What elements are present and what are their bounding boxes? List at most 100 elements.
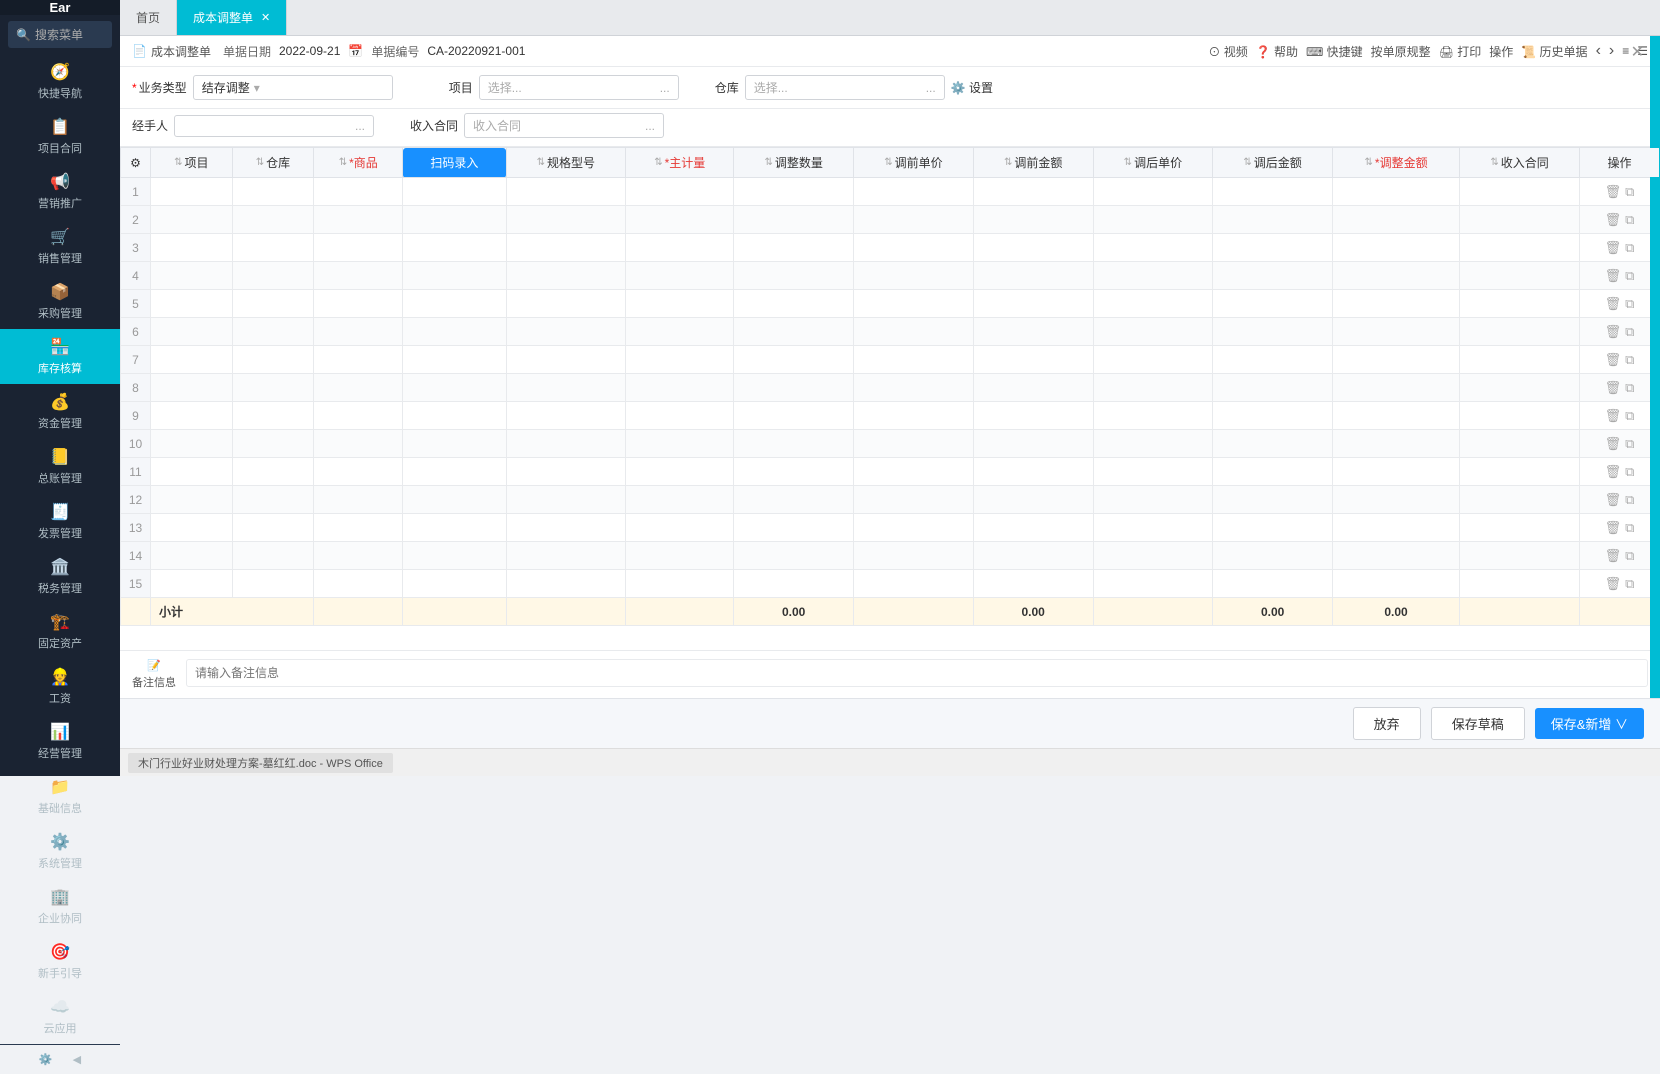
table-cell[interactable] — [1460, 542, 1580, 570]
tab-cost-adjust[interactable]: 成本调整单 ✕ — [177, 0, 287, 35]
table-cell[interactable] — [151, 206, 233, 234]
table-cell[interactable] — [626, 290, 734, 318]
sidebar-item-enterprise[interactable]: 🏢 企业协同 — [0, 879, 120, 934]
table-cell[interactable] — [1093, 374, 1213, 402]
table-cell[interactable] — [1460, 374, 1580, 402]
table-cell[interactable] — [403, 206, 506, 234]
copy-icon[interactable]: ⧉ — [1625, 464, 1634, 480]
table-cell[interactable] — [1460, 486, 1580, 514]
table-cell[interactable] — [973, 514, 1093, 542]
table-cell[interactable] — [1093, 570, 1213, 598]
table-cell[interactable] — [1460, 346, 1580, 374]
table-cell[interactable] — [232, 514, 314, 542]
table-cell[interactable] — [151, 570, 233, 598]
table-cell[interactable] — [506, 346, 626, 374]
table-cell[interactable] — [232, 402, 314, 430]
table-cell[interactable] — [734, 262, 854, 290]
table-cell[interactable] — [1332, 374, 1459, 402]
table-cell[interactable] — [626, 346, 734, 374]
nav-next[interactable]: › — [1609, 42, 1614, 60]
table-cell[interactable] — [626, 458, 734, 486]
table-cell[interactable] — [734, 570, 854, 598]
table-cell[interactable] — [1460, 234, 1580, 262]
table-cell[interactable] — [403, 262, 506, 290]
sidebar-item-project-contract[interactable]: 📋 项目合同 — [0, 109, 120, 164]
delete-icon[interactable]: 🗑 — [1605, 520, 1622, 536]
table-cell[interactable] — [314, 486, 403, 514]
table-cell[interactable] — [1332, 262, 1459, 290]
delete-icon[interactable]: 🗑 — [1605, 548, 1622, 564]
table-cell[interactable] — [973, 178, 1093, 206]
table-cell[interactable] — [1460, 178, 1580, 206]
copy-icon[interactable]: ⧉ — [1625, 520, 1634, 536]
table-cell[interactable] — [1213, 178, 1333, 206]
table-cell[interactable] — [854, 486, 974, 514]
table-cell[interactable] — [314, 458, 403, 486]
table-cell[interactable] — [1093, 234, 1213, 262]
remarks-input[interactable] — [186, 659, 1648, 687]
remarks-icon-button[interactable]: 📝 备注信息 — [132, 659, 176, 690]
table-cell[interactable] — [854, 458, 974, 486]
table-cell[interactable] — [854, 430, 974, 458]
settings-icon[interactable]: ⚙️ — [39, 1053, 53, 1066]
table-cell[interactable] — [1213, 206, 1333, 234]
table-cell[interactable] — [314, 570, 403, 598]
calendar-icon[interactable]: 📅 — [348, 44, 363, 58]
table-cell[interactable] — [151, 290, 233, 318]
table-cell[interactable] — [232, 374, 314, 402]
sidebar-bottom-actions[interactable]: ⚙️ ◀ — [0, 1045, 120, 1074]
table-cell[interactable] — [314, 178, 403, 206]
sidebar-item-finance[interactable]: 💰 资金管理 — [0, 384, 120, 439]
table-cell[interactable] — [314, 262, 403, 290]
table-cell[interactable] — [734, 514, 854, 542]
table-cell[interactable] — [1460, 514, 1580, 542]
sidebar-item-system[interactable]: ⚙️ 系统管理 — [0, 824, 120, 879]
table-cell[interactable] — [232, 206, 314, 234]
table-cell[interactable] — [314, 206, 403, 234]
sidebar-item-cloud[interactable]: ☁️ 云应用 — [0, 989, 120, 1044]
table-cell[interactable] — [1213, 486, 1333, 514]
table-cell[interactable] — [232, 234, 314, 262]
table-cell[interactable] — [854, 346, 974, 374]
table-cell[interactable] — [314, 290, 403, 318]
table-cell[interactable] — [232, 430, 314, 458]
table-cell[interactable] — [1460, 458, 1580, 486]
col-gear[interactable]: ⚙ — [121, 148, 151, 178]
table-cell[interactable] — [232, 486, 314, 514]
table-cell[interactable] — [626, 570, 734, 598]
collapse-icon[interactable]: ◀ — [73, 1053, 81, 1066]
table-cell[interactable] — [626, 430, 734, 458]
table-cell[interactable] — [734, 374, 854, 402]
table-cell[interactable] — [854, 402, 974, 430]
table-cell[interactable] — [734, 402, 854, 430]
delete-icon[interactable]: 🗑 — [1605, 240, 1622, 256]
table-cell[interactable] — [734, 346, 854, 374]
table-cell[interactable] — [1332, 514, 1459, 542]
table-cell[interactable] — [232, 542, 314, 570]
table-cell[interactable] — [506, 178, 626, 206]
table-cell[interactable] — [1460, 318, 1580, 346]
table-cell[interactable] — [626, 318, 734, 346]
table-cell[interactable] — [314, 402, 403, 430]
copy-icon[interactable]: ⧉ — [1625, 240, 1634, 256]
table-cell[interactable] — [973, 374, 1093, 402]
table-cell[interactable] — [403, 402, 506, 430]
window-close-button[interactable]: ✕ — [1631, 42, 1644, 62]
table-cell[interactable] — [973, 346, 1093, 374]
delete-icon[interactable]: 🗑 — [1605, 296, 1622, 312]
table-cell[interactable] — [734, 486, 854, 514]
print-action[interactable]: 🖨 打印 — [1439, 43, 1482, 60]
table-cell[interactable] — [973, 542, 1093, 570]
table-cell[interactable] — [854, 570, 974, 598]
table-cell[interactable] — [403, 458, 506, 486]
tab-close-icon[interactable]: ✕ — [261, 11, 270, 24]
table-cell[interactable] — [1213, 374, 1333, 402]
income-contract-input[interactable]: 收入合同 ... — [464, 113, 664, 138]
table-cell[interactable] — [854, 234, 974, 262]
table-cell[interactable] — [1332, 570, 1459, 598]
table-cell[interactable] — [232, 262, 314, 290]
table-cell[interactable] — [1332, 318, 1459, 346]
table-cell[interactable] — [1093, 486, 1213, 514]
warehouse-settings-icon[interactable]: ⚙️ 设置 — [951, 79, 993, 96]
copy-icon[interactable]: ⧉ — [1625, 352, 1634, 368]
